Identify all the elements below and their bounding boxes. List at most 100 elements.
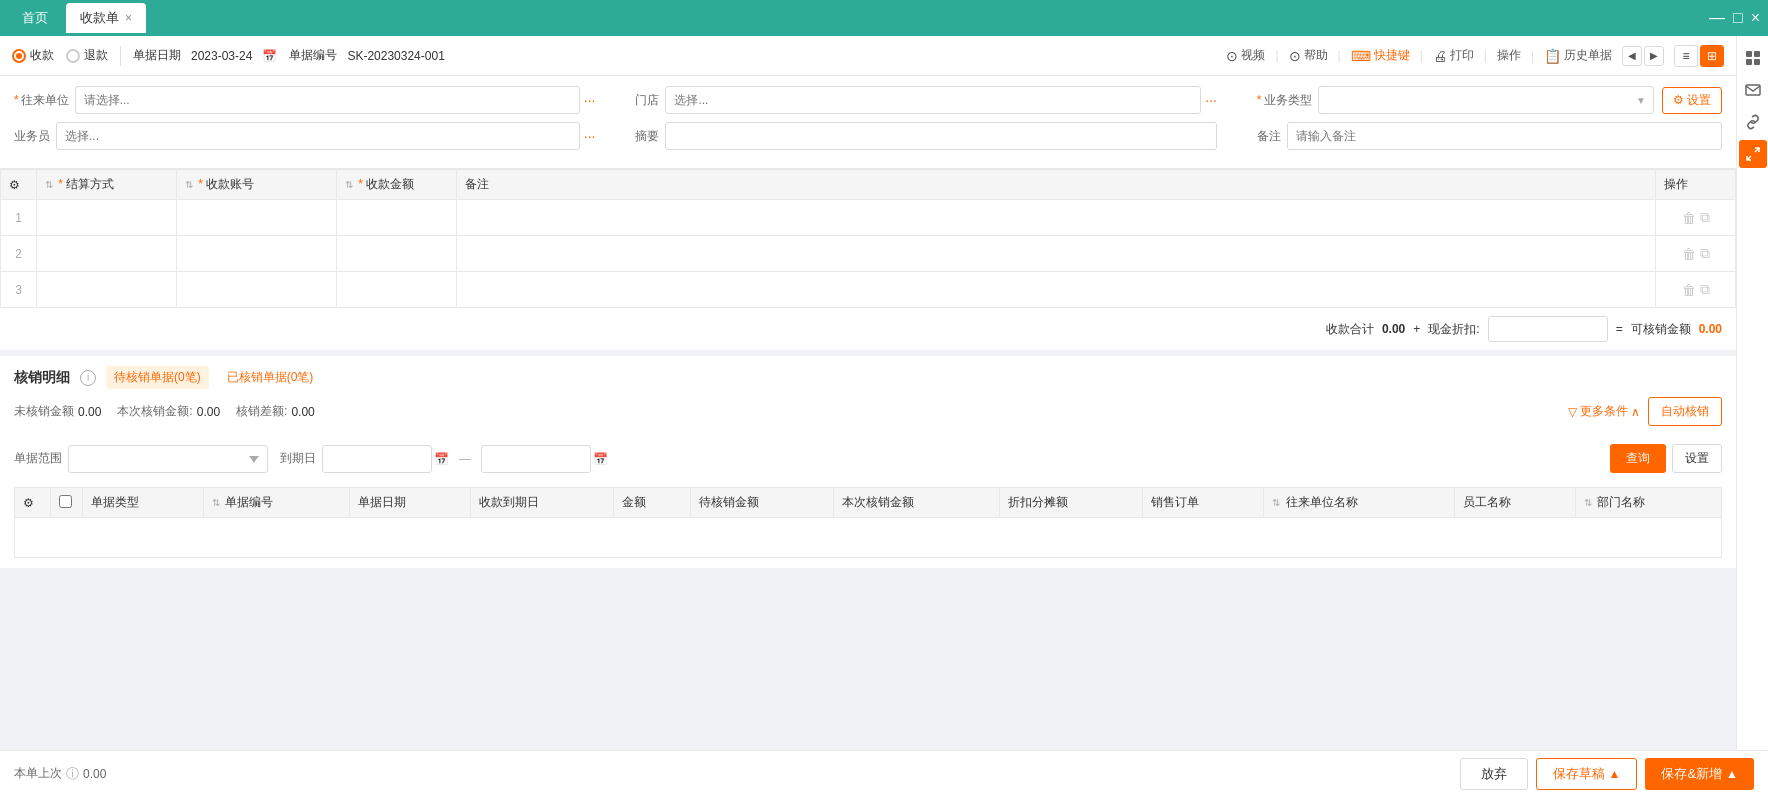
sidebar-expand-icon[interactable]: [1739, 140, 1767, 168]
salesperson-more-icon[interactable]: ···: [584, 128, 596, 144]
window-controls: — □ ×: [1709, 9, 1760, 27]
bottom-table: ⚙ 单据类型 ⇅ 单据编号 单据日期: [14, 487, 1722, 558]
print-button[interactable]: 🖨 打印: [1433, 47, 1474, 64]
summary-input[interactable]: [665, 122, 1216, 150]
next-arrow[interactable]: ▶: [1644, 46, 1664, 66]
partner-more-icon[interactable]: ···: [584, 92, 596, 108]
maximize-button[interactable]: □: [1733, 9, 1743, 27]
row1-action-cell: 🗑 ⧉: [1656, 200, 1736, 236]
svg-rect-1: [1754, 51, 1760, 57]
row1-delete-icon[interactable]: 🗑: [1682, 210, 1696, 226]
svg-rect-4: [1746, 85, 1760, 95]
due-date-field: 到期日 2022-04-01 📅 — 2022-04-12 📅: [280, 445, 608, 473]
calendar-start-icon[interactable]: 📅: [434, 452, 449, 466]
partner-input[interactable]: [75, 86, 580, 114]
biz-type-input[interactable]: 预收款: [1318, 86, 1654, 114]
row3-amount-cell[interactable]: [337, 272, 457, 308]
radio-receipt[interactable]: 收款: [12, 47, 54, 64]
range-select[interactable]: [68, 445, 268, 473]
th-action: 操作: [1656, 170, 1736, 200]
partner-field: * 往来单位 ···: [14, 86, 595, 114]
radio-refund[interactable]: 退款: [66, 47, 108, 64]
current-stat: 本次核销金额: 0.00: [117, 403, 220, 420]
select-all-checkbox[interactable]: [59, 495, 72, 508]
table-row: 3 🗑 ⧉: [1, 272, 1736, 308]
store-input[interactable]: [665, 86, 1201, 114]
row1-settle-cell[interactable]: [37, 200, 177, 236]
row3-account-cell[interactable]: [177, 272, 337, 308]
row3-remark-cell[interactable]: [457, 272, 1656, 308]
tab-pending[interactable]: 待核销单据(0笔): [106, 366, 209, 389]
store-field: 门店 ···: [635, 86, 1216, 114]
row1-remark-cell[interactable]: [457, 200, 1656, 236]
bth-pending: 待核销金额: [690, 488, 833, 518]
sidebar-mail-icon[interactable]: [1739, 76, 1767, 104]
filter-settings-button[interactable]: 设置: [1672, 444, 1722, 473]
date-end-input[interactable]: 2022-04-12: [481, 445, 591, 473]
right-sidebar: [1736, 36, 1768, 750]
history-button[interactable]: 📋 历史单据: [1544, 47, 1612, 64]
th-account: ⇅ * 收款账号: [177, 170, 337, 200]
row1-account-cell[interactable]: [177, 200, 337, 236]
sort-icon-amount: ⇅: [345, 179, 353, 190]
shortcut-button[interactable]: ⌨ 快捷键: [1351, 47, 1410, 64]
bth-type: 单据类型: [83, 488, 204, 518]
row3-action-cell: 🗑 ⧉: [1656, 272, 1736, 308]
row2-settle-cell[interactable]: [37, 236, 177, 272]
verif-right: ▽ 更多条件 ∧ 自动核销: [1568, 397, 1722, 426]
receipt-table-container: ⚙ ⇅ * 结算方式 ⇅ * 收款账号 ⇅ * 收款: [0, 169, 1736, 308]
discount-input[interactable]: [1488, 316, 1608, 342]
bth-settings[interactable]: ⚙: [15, 488, 51, 518]
chevron-up-icon: ∧: [1631, 405, 1640, 419]
prev-arrow[interactable]: ◀: [1622, 46, 1642, 66]
row2-remark-cell[interactable]: [457, 236, 1656, 272]
receipt-table: ⚙ ⇅ * 结算方式 ⇅ * 收款账号 ⇅ * 收款: [0, 169, 1736, 308]
row3-copy-icon[interactable]: ⧉: [1700, 281, 1710, 298]
th-amount: ⇅ * 收款金额: [337, 170, 457, 200]
sort-icon-dept: ⇅: [1584, 497, 1592, 508]
th-settings[interactable]: ⚙: [1, 170, 37, 200]
settings-button[interactable]: ⚙ 设置: [1662, 87, 1722, 114]
store-more-icon[interactable]: ···: [1205, 92, 1217, 108]
row2-copy-icon[interactable]: ⧉: [1700, 245, 1710, 262]
sidebar-table-icon[interactable]: [1739, 44, 1767, 72]
row3-delete-icon[interactable]: 🗑: [1682, 282, 1696, 298]
query-button[interactable]: 查询: [1610, 444, 1666, 473]
diff-stat: 核销差额: 0.00: [236, 403, 315, 420]
tab-receipt[interactable]: 收款单 ×: [66, 3, 146, 33]
main-content: 收款 退款 单据日期 2023-03-24 📅 单据编号 SK-20230324…: [0, 36, 1736, 750]
tab-done[interactable]: 已核销单据(0笔): [219, 366, 322, 389]
calendar-icon[interactable]: 📅: [262, 49, 277, 63]
row2-account-cell[interactable]: [177, 236, 337, 272]
close-button[interactable]: ×: [1751, 9, 1760, 27]
minimize-button[interactable]: —: [1709, 9, 1725, 27]
th-settle: ⇅ * 结算方式: [37, 170, 177, 200]
list-view-button[interactable]: ≡: [1674, 45, 1698, 67]
more-conditions-button[interactable]: ▽ 更多条件 ∧: [1568, 403, 1640, 420]
date-start-input[interactable]: 2022-04-01: [322, 445, 432, 473]
toolbar: 收款 退款 单据日期 2023-03-24 📅 单据编号 SK-20230324…: [0, 36, 1736, 76]
row1-copy-icon[interactable]: ⧉: [1700, 209, 1710, 226]
operation-button[interactable]: 操作: [1497, 47, 1521, 64]
bottom-table-container: ⚙ 单据类型 ⇅ 单据编号 单据日期: [14, 487, 1722, 558]
auto-verify-button[interactable]: 自动核销: [1648, 397, 1722, 426]
row3-settle-cell[interactable]: [37, 272, 177, 308]
video-button[interactable]: ⊙ 视频: [1226, 47, 1265, 64]
bth-current: 本次核销金额: [834, 488, 1000, 518]
row2-delete-icon[interactable]: 🗑: [1682, 246, 1696, 262]
sort-icon-number: ⇅: [212, 497, 220, 508]
row2-amount-cell[interactable]: [337, 236, 457, 272]
radio-dot-receipt: [12, 49, 26, 63]
calendar-end-icon[interactable]: 📅: [593, 452, 608, 466]
row1-amount-cell[interactable]: [337, 200, 457, 236]
remark-input[interactable]: [1287, 122, 1722, 150]
sidebar-link-icon[interactable]: [1739, 108, 1767, 136]
tab-home[interactable]: 首页: [8, 3, 62, 33]
salesperson-input[interactable]: [56, 122, 580, 150]
filter-icon: ▽: [1568, 405, 1577, 419]
verif-info-icon[interactable]: i: [80, 370, 96, 386]
grid-view-button[interactable]: ⊞: [1700, 45, 1724, 67]
tab-close-icon[interactable]: ×: [125, 11, 132, 25]
unverified-stat: 未核销金额 0.00: [14, 403, 101, 420]
help-button[interactable]: ⊙ 帮助: [1289, 47, 1328, 64]
